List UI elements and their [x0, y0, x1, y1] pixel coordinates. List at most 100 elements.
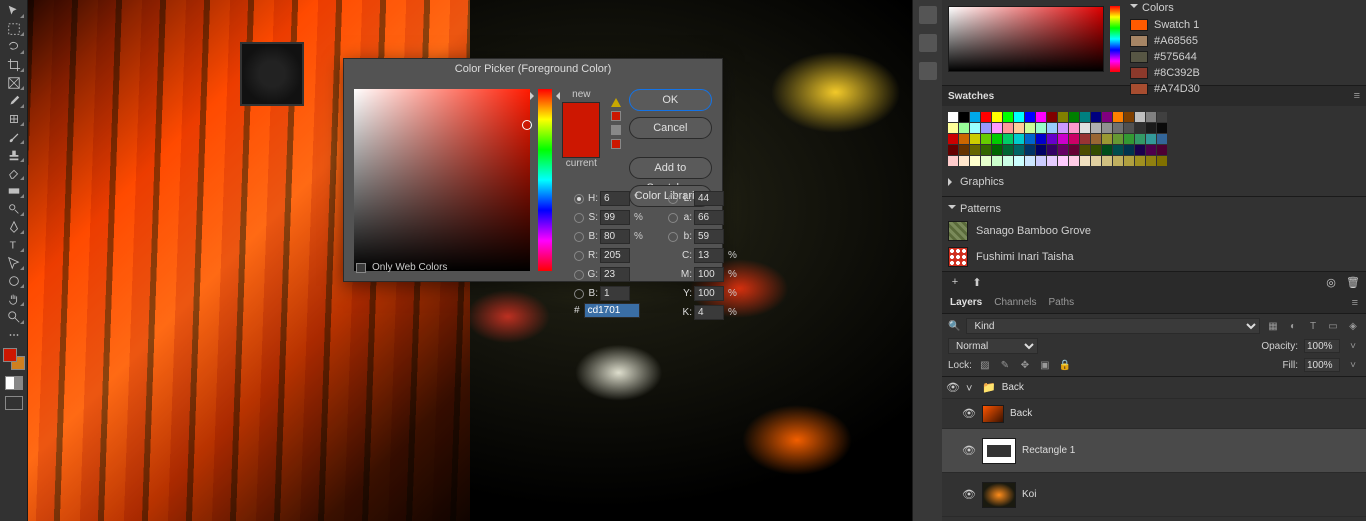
- color-list-item[interactable]: #A74D30: [1130, 82, 1360, 96]
- tab-paths[interactable]: Paths: [1049, 297, 1075, 308]
- swatch[interactable]: [1069, 145, 1079, 155]
- swatch[interactable]: [992, 112, 1002, 122]
- field-k[interactable]: [694, 305, 724, 320]
- pattern-item[interactable]: Sanago Bamboo Grove: [948, 221, 1360, 241]
- chevron-down-icon[interactable]: ˅: [966, 383, 976, 393]
- radio-bb[interactable]: [574, 289, 584, 299]
- swatch[interactable]: [1014, 123, 1024, 133]
- filter-smart-icon[interactable]: ◈: [1346, 319, 1360, 333]
- swatch[interactable]: [1058, 145, 1068, 155]
- swatch[interactable]: [1135, 123, 1145, 133]
- swatch[interactable]: [948, 134, 958, 144]
- swatch[interactable]: [981, 156, 991, 166]
- swatch[interactable]: [948, 123, 958, 133]
- stamp-tool[interactable]: [2, 146, 26, 164]
- swatch[interactable]: [1036, 123, 1046, 133]
- swatch[interactable]: [1003, 123, 1013, 133]
- swatch[interactable]: [1102, 123, 1112, 133]
- dodge-tool[interactable]: [2, 200, 26, 218]
- swatch[interactable]: [970, 145, 980, 155]
- swatch[interactable]: [970, 112, 980, 122]
- field-bb[interactable]: [600, 286, 630, 301]
- radio-bv[interactable]: [574, 232, 584, 242]
- blend-mode-select[interactable]: Normal: [948, 338, 1038, 354]
- swatch[interactable]: [1135, 145, 1145, 155]
- layer-row[interactable]: 👁 Rectangle 1: [942, 429, 1366, 473]
- swatch[interactable]: [1069, 123, 1079, 133]
- radio-g[interactable]: [574, 270, 584, 280]
- color-list-item[interactable]: #A68565: [1130, 34, 1360, 48]
- swatch[interactable]: [1113, 112, 1123, 122]
- swatch[interactable]: [1003, 156, 1013, 166]
- swatch[interactable]: [1146, 134, 1156, 144]
- layer-group-row[interactable]: 👁 ˅ 📁 Back: [942, 377, 1366, 399]
- lock-all-icon[interactable]: 🔒: [1058, 358, 1072, 372]
- swatch[interactable]: [959, 123, 969, 133]
- hex-input[interactable]: [584, 303, 640, 318]
- swatch[interactable]: [1146, 156, 1156, 166]
- swatch[interactable]: [948, 145, 958, 155]
- collapsed-icon[interactable]: [919, 62, 937, 80]
- swatch[interactable]: [1157, 123, 1167, 133]
- collapsed-icon[interactable]: [919, 6, 937, 24]
- swatch[interactable]: [948, 112, 958, 122]
- lock-transparency-icon[interactable]: ▨: [978, 358, 992, 372]
- swatch[interactable]: [981, 123, 991, 133]
- filter-type-icon[interactable]: T: [1306, 319, 1320, 333]
- chevron-down-icon[interactable]: ˅: [1346, 339, 1360, 353]
- layer-row[interactable]: 👁 Koi: [942, 473, 1366, 517]
- swatch[interactable]: [1025, 145, 1035, 155]
- swatch[interactable]: [1102, 134, 1112, 144]
- radio-a[interactable]: [668, 213, 678, 223]
- radio-b[interactable]: [668, 232, 678, 242]
- collapsed-icon[interactable]: [919, 34, 937, 52]
- swatch[interactable]: [959, 145, 969, 155]
- swatch[interactable]: [992, 145, 1002, 155]
- screen-mode-toggle[interactable]: [5, 396, 23, 410]
- swatch[interactable]: [1047, 134, 1057, 144]
- swatch[interactable]: [1124, 112, 1134, 122]
- colors-section-toggle[interactable]: Colors: [1130, 0, 1360, 16]
- radio-r[interactable]: [574, 251, 584, 261]
- swatch[interactable]: [1091, 134, 1101, 144]
- move-tool[interactable]: [2, 2, 26, 20]
- web-colors-checkbox[interactable]: [356, 263, 366, 273]
- color-list-item[interactable]: Swatch 1: [1130, 18, 1360, 32]
- swatch[interactable]: [1102, 156, 1112, 166]
- filter-pixel-icon[interactable]: ▦: [1266, 319, 1280, 333]
- swatch[interactable]: [1003, 145, 1013, 155]
- panel-menu-icon[interactable]: ≡: [1352, 297, 1358, 309]
- tab-channels[interactable]: Channels: [994, 297, 1036, 308]
- current-color[interactable]: [563, 130, 599, 157]
- pen-tool[interactable]: [2, 218, 26, 236]
- field-m[interactable]: [694, 267, 724, 282]
- swatch[interactable]: [1036, 112, 1046, 122]
- field-bv[interactable]: [600, 229, 630, 244]
- swatch[interactable]: [992, 123, 1002, 133]
- path-tool[interactable]: [2, 254, 26, 272]
- foreground-color[interactable]: [3, 348, 17, 362]
- swatch[interactable]: [1058, 134, 1068, 144]
- field-c[interactable]: [694, 248, 724, 263]
- visibility-icon[interactable]: 👁: [946, 381, 960, 395]
- swatch[interactable]: [1080, 145, 1090, 155]
- swatch[interactable]: [1080, 134, 1090, 144]
- hue-mini-slider[interactable]: [1110, 6, 1120, 72]
- chevron-down-icon[interactable]: ˅: [1346, 358, 1360, 372]
- swatch[interactable]: [1113, 156, 1123, 166]
- swatch[interactable]: [1069, 134, 1079, 144]
- upload-icon[interactable]: ⬆: [970, 275, 984, 289]
- swatch[interactable]: [1047, 156, 1057, 166]
- visibility-icon[interactable]: 👁: [962, 444, 976, 458]
- shape-tool[interactable]: [2, 272, 26, 290]
- layer-row[interactable]: 👁 Back: [942, 399, 1366, 429]
- swatch[interactable]: [1058, 112, 1068, 122]
- visibility-icon[interactable]: 👁: [962, 407, 976, 421]
- lasso-tool[interactable]: [2, 38, 26, 56]
- brush-tool[interactable]: [2, 128, 26, 146]
- swatch[interactable]: [1091, 112, 1101, 122]
- swatch[interactable]: [1124, 156, 1134, 166]
- add-library-icon[interactable]: +: [948, 275, 962, 289]
- edit-toolbar[interactable]: [2, 326, 26, 344]
- filter-adjust-icon[interactable]: ◐: [1286, 319, 1300, 333]
